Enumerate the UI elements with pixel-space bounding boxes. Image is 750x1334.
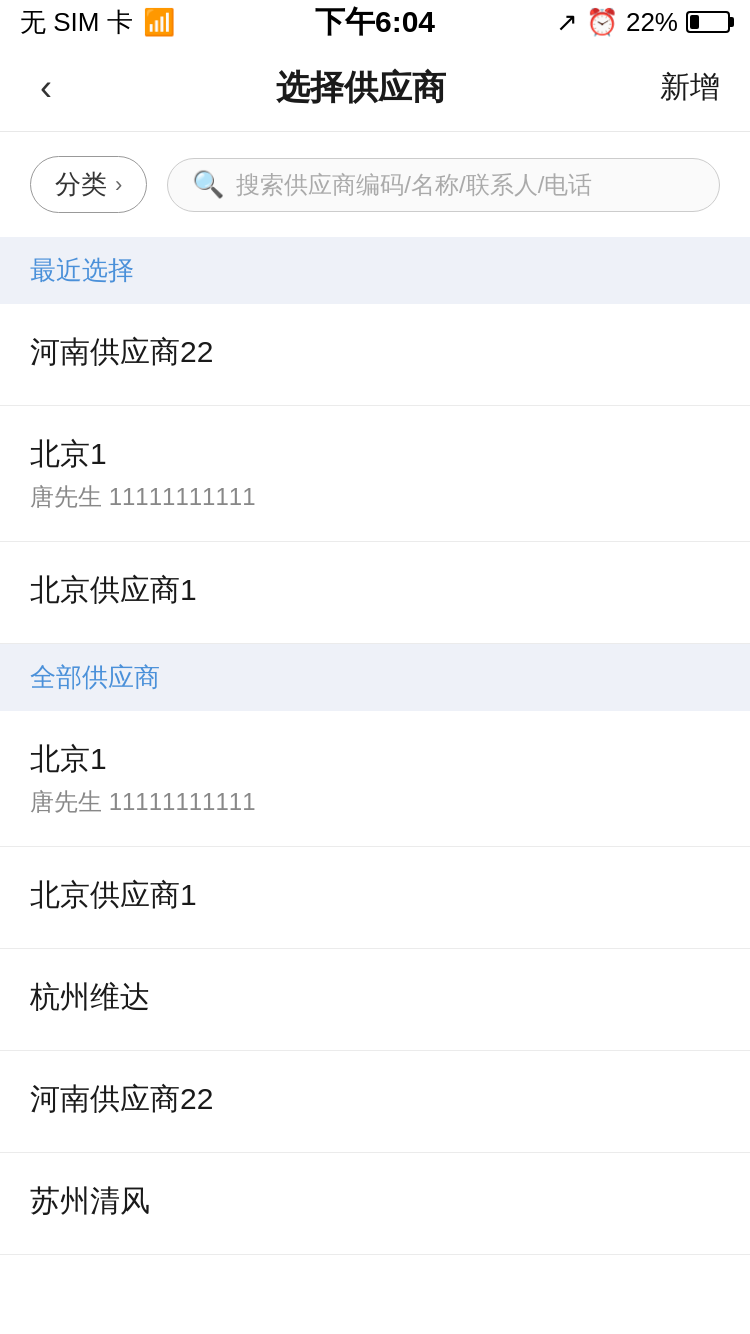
search-icon: 🔍 (192, 169, 224, 200)
all-section-header: 全部供应商 (0, 644, 750, 711)
item-sub: 唐先生 11111111111 (30, 481, 720, 513)
search-placeholder: 搜索供应商编码/名称/联系人/电话 (236, 169, 592, 201)
list-item[interactable]: 北京供应商1 (0, 847, 750, 949)
item-name: 河南供应商22 (30, 332, 720, 373)
status-right: ↗ ⏰ 22% (556, 7, 730, 38)
search-box[interactable]: 🔍 搜索供应商编码/名称/联系人/电话 (167, 158, 720, 212)
item-name: 河南供应商22 (30, 1079, 720, 1120)
all-list: 北京1 唐先生 11111111111 北京供应商1 杭州维达河南供应商22 苏州清风 (0, 711, 750, 1255)
page-title: 选择供应商 (276, 65, 446, 111)
list-item[interactable]: 北京供应商1 (0, 542, 750, 644)
item-sub: 唐先生 11111111111 (30, 786, 720, 818)
category-button[interactable]: 分类 › (30, 156, 147, 213)
list-item[interactable]: 河南供应商22 (0, 1051, 750, 1153)
category-label: 分类 (55, 167, 107, 202)
filter-bar: 分类 › 🔍 搜索供应商编码/名称/联系人/电话 (0, 132, 750, 237)
list-item[interactable]: 河南供应商22 (0, 304, 750, 406)
item-name: 苏州清风 (30, 1181, 720, 1222)
status-left: 无 SIM 卡 📶 (20, 5, 175, 40)
nav-bar: ‹ 选择供应商 新增 (0, 44, 750, 132)
list-item[interactable]: 北京1 唐先生 11111111111 (0, 406, 750, 542)
carrier-text: 无 SIM 卡 (20, 5, 133, 40)
item-name: 北京供应商1 (30, 875, 720, 916)
list-item[interactable]: 北京1 唐先生 11111111111 (0, 711, 750, 847)
status-time: 下午6:04 (315, 2, 435, 43)
battery-percent: 22% (626, 7, 678, 38)
item-name: 杭州维达 (30, 977, 720, 1018)
chevron-right-icon: › (115, 172, 122, 198)
alarm-icon: ⏰ (586, 7, 618, 38)
location-icon: ↗ (556, 7, 578, 38)
item-name: 北京1 (30, 739, 720, 780)
all-section-title: 全部供应商 (30, 662, 160, 692)
recent-section-title: 最近选择 (30, 255, 134, 285)
recent-section-header: 最近选择 (0, 237, 750, 304)
list-item[interactable]: 杭州维达 (0, 949, 750, 1051)
wifi-icon: 📶 (143, 7, 175, 38)
item-name: 北京1 (30, 434, 720, 475)
back-button[interactable]: ‹ (30, 57, 62, 119)
add-button[interactable]: 新增 (660, 67, 720, 108)
list-item[interactable]: 苏州清风 (0, 1153, 750, 1255)
recent-list: 河南供应商22 北京1 唐先生 11111111111 北京供应商1 (0, 304, 750, 644)
item-name: 北京供应商1 (30, 570, 720, 611)
status-bar: 无 SIM 卡 📶 下午6:04 ↗ ⏰ 22% (0, 0, 750, 44)
battery-icon (686, 11, 730, 33)
